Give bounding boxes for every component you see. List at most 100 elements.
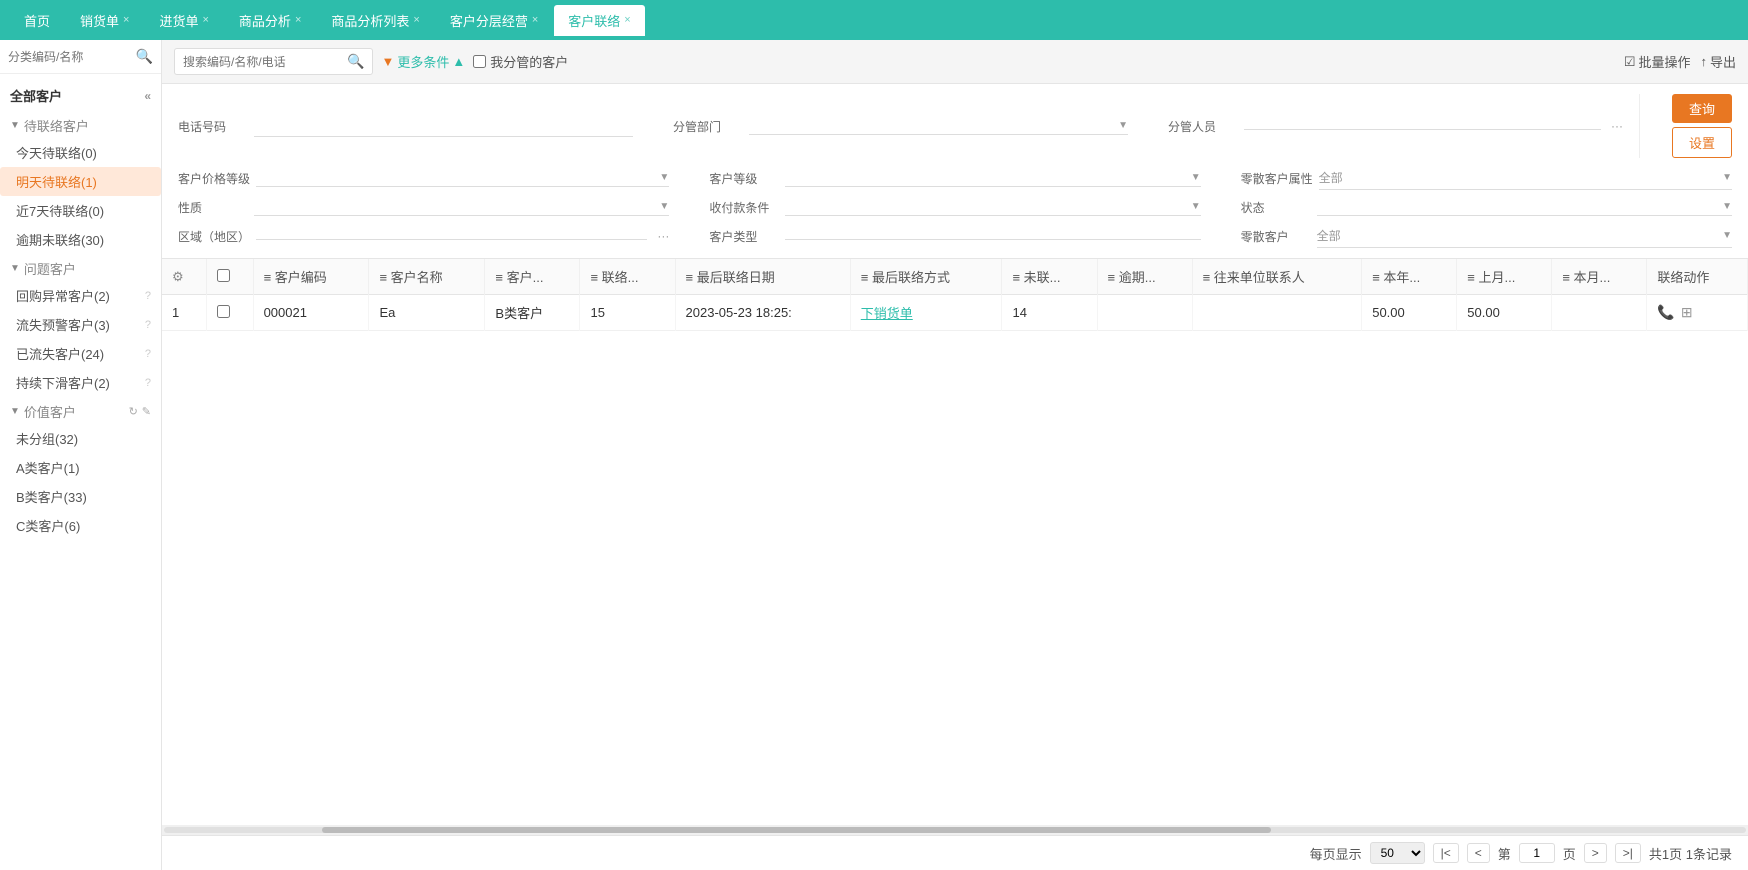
search-icon[interactable]: 🔍 <box>136 48 153 65</box>
th-code[interactable]: ≡ 客户编码 <box>253 259 369 295</box>
filter-more-button[interactable]: ▼ 更多条件 ▲ <box>381 52 465 71</box>
my-customer-checkbox[interactable] <box>473 55 486 68</box>
edit-icon[interactable]: ✎ <box>142 405 151 418</box>
sidebar-item-class-c[interactable]: C类客户(6) <box>0 511 161 540</box>
filter-select-price-level[interactable]: ▼ <box>256 169 669 187</box>
close-icon[interactable]: × <box>413 14 419 26</box>
sidebar-group-problem[interactable]: ▼ 问题客户 <box>0 254 161 281</box>
filter-select-person[interactable] <box>1244 123 1601 130</box>
more-dots-icon[interactable]: ··· <box>657 229 669 243</box>
chevron-down-icon: ▼ <box>1722 172 1732 183</box>
th-this-month[interactable]: ≡ 本月... <box>1552 259 1647 295</box>
th-unlinked[interactable]: ≡ 未联... <box>1002 259 1097 295</box>
th-type[interactable]: ≡ 客户... <box>485 259 580 295</box>
phone-icon[interactable]: 📞 <box>1657 304 1674 321</box>
row-name: Ea <box>369 295 485 331</box>
sidebar-search-input[interactable] <box>8 50 132 64</box>
reset-button[interactable]: 设置 <box>1672 127 1732 158</box>
nav-tab-5[interactable]: 客户联络 × <box>554 5 644 36</box>
th-overdue[interactable]: ≡ 逾期... <box>1097 259 1192 295</box>
filter-select-retail-attr[interactable]: 全部 ▼ <box>1319 166 1732 190</box>
th-gear[interactable]: ⚙ <box>162 259 206 295</box>
sidebar-item-class-a[interactable]: A类客户(1) <box>0 453 161 482</box>
chevron-down-icon: ▼ <box>659 172 669 183</box>
select-all-checkbox[interactable] <box>217 269 230 282</box>
th-contact-person[interactable]: ≡ 往来单位联系人 <box>1192 259 1362 295</box>
grid-icon[interactable]: ⊞ <box>1681 304 1693 321</box>
close-icon[interactable]: × <box>624 14 630 26</box>
filter-select-dept[interactable]: ▼ <box>749 117 1128 135</box>
nav-tab-0[interactable]: 销货单 × <box>66 5 143 36</box>
close-icon[interactable]: × <box>202 14 208 26</box>
sidebar-item-7days[interactable]: 近7天待联络(0) <box>0 196 161 225</box>
help-icon: ? <box>145 290 151 302</box>
sidebar-group-pending[interactable]: ▼ 待联络客户 <box>0 111 161 138</box>
close-icon[interactable]: × <box>532 14 538 26</box>
row-last-method[interactable]: 下销货单 <box>850 295 1002 331</box>
sidebar-item-churned[interactable]: 已流失客户(24) ? <box>0 339 161 368</box>
batch-operation-button[interactable]: ☑ 批量操作 <box>1624 52 1691 71</box>
nav-home[interactable]: 首页 <box>10 5 64 36</box>
export-icon: ↑ <box>1700 54 1707 69</box>
filter-select-payment[interactable]: ▼ <box>785 198 1200 216</box>
row-this-year: 50.00 <box>1362 295 1457 331</box>
collapse-icon: « <box>144 89 151 103</box>
search-icon[interactable]: 🔍 <box>347 53 364 70</box>
page-input[interactable] <box>1519 843 1555 863</box>
sidebar: 🔍 全部客户 « ▼ 待联络客户 今天待联络(0) 明天待联络(1) 近7天待联… <box>0 40 162 870</box>
sidebar-all-customers[interactable]: 全部客户 « <box>0 80 161 111</box>
first-page-button[interactable]: |< <box>1433 843 1459 863</box>
per-page-select[interactable]: 50 100 200 <box>1370 842 1425 864</box>
th-this-year[interactable]: ≡ 本年... <box>1362 259 1457 295</box>
filter-panel: 电话号码 分管部门 ▼ 分管人员 ··· <box>162 84 1748 259</box>
close-icon[interactable]: × <box>123 14 129 26</box>
toolbar: 🔍 ▼ 更多条件 ▲ 我分管的客户 ☑ 批量操作 ↑ 导出 <box>162 40 1748 84</box>
th-last-method[interactable]: ≡ 最后联络方式 <box>850 259 1002 295</box>
sidebar-item-class-b[interactable]: B类客户(33) <box>0 482 161 511</box>
filter-cell-nature: 性质 ▼ <box>178 198 669 216</box>
prev-page-button[interactable]: < <box>1467 843 1490 863</box>
sidebar-item-repurchase-abnormal[interactable]: 回购异常客户(2) ? <box>0 281 161 310</box>
sidebar-group-value[interactable]: ▼ 价值客户 ↻ ✎ <box>0 397 161 424</box>
nav-tab-1[interactable]: 进货单 × <box>145 5 222 36</box>
filter-icon: ▼ <box>381 54 394 69</box>
filter-select-status[interactable]: ▼ <box>1317 198 1732 216</box>
filter-select-region[interactable] <box>256 233 647 240</box>
sidebar-item-declining[interactable]: 持续下滑客户(2) ? <box>0 368 161 397</box>
row-checkbox[interactable] <box>206 295 253 331</box>
content-area: 🔍 ▼ 更多条件 ▲ 我分管的客户 ☑ 批量操作 ↑ 导出 <box>162 40 1748 870</box>
filter-select-retail[interactable]: 全部 ▼ <box>1317 224 1732 248</box>
next-page-button[interactable]: > <box>1584 843 1607 863</box>
nav-tab-4[interactable]: 客户分层经营 × <box>436 5 552 36</box>
checkbox-icon: ☑ <box>1624 54 1636 70</box>
filter-select-customer-type[interactable] <box>785 233 1200 240</box>
nav-tab-3[interactable]: 商品分析列表 × <box>317 5 433 36</box>
query-button[interactable]: 查询 <box>1672 94 1732 123</box>
scrollbar-thumb[interactable] <box>322 827 1271 833</box>
th-last-date[interactable]: ≡ 最后联络日期 <box>675 259 850 295</box>
gear-icon[interactable]: ⚙ <box>172 269 184 284</box>
sidebar-item-ungrouped[interactable]: 未分组(32) <box>0 424 161 453</box>
th-name[interactable]: ≡ 客户名称 <box>369 259 485 295</box>
filter-input-phone[interactable] <box>254 116 633 137</box>
nav-tab-2[interactable]: 商品分析 × <box>225 5 315 36</box>
close-icon[interactable]: × <box>295 14 301 26</box>
horizontal-scrollbar[interactable] <box>162 825 1748 835</box>
chevron-icon: ▼ <box>10 406 20 417</box>
sidebar-item-today[interactable]: 今天待联络(0) <box>0 138 161 167</box>
last-page-button[interactable]: >| <box>1615 843 1641 863</box>
filter-select-customer-level[interactable]: ▼ <box>785 169 1200 187</box>
search-input[interactable] <box>183 55 343 69</box>
my-customer-checkbox-label[interactable]: 我分管的客户 <box>473 52 568 71</box>
refresh-icon[interactable]: ↻ <box>129 405 138 418</box>
th-contact-count[interactable]: ≡ 联络... <box>580 259 675 295</box>
more-dots-icon[interactable]: ··· <box>1611 119 1623 133</box>
sidebar-item-tomorrow[interactable]: 明天待联络(1) <box>0 167 161 196</box>
th-last-month[interactable]: ≡ 上月... <box>1457 259 1552 295</box>
filter-row-3: 性质 ▼ 收付款条件 ▼ 状态 <box>178 198 1732 216</box>
filter-select-nature[interactable]: ▼ <box>254 198 669 216</box>
chevron-up-icon: ▲ <box>452 54 465 69</box>
sidebar-item-overdue[interactable]: 逾期未联络(30) <box>0 225 161 254</box>
export-button[interactable]: ↑ 导出 <box>1700 52 1736 71</box>
sidebar-item-churn-warning[interactable]: 流失预警客户(3) ? <box>0 310 161 339</box>
